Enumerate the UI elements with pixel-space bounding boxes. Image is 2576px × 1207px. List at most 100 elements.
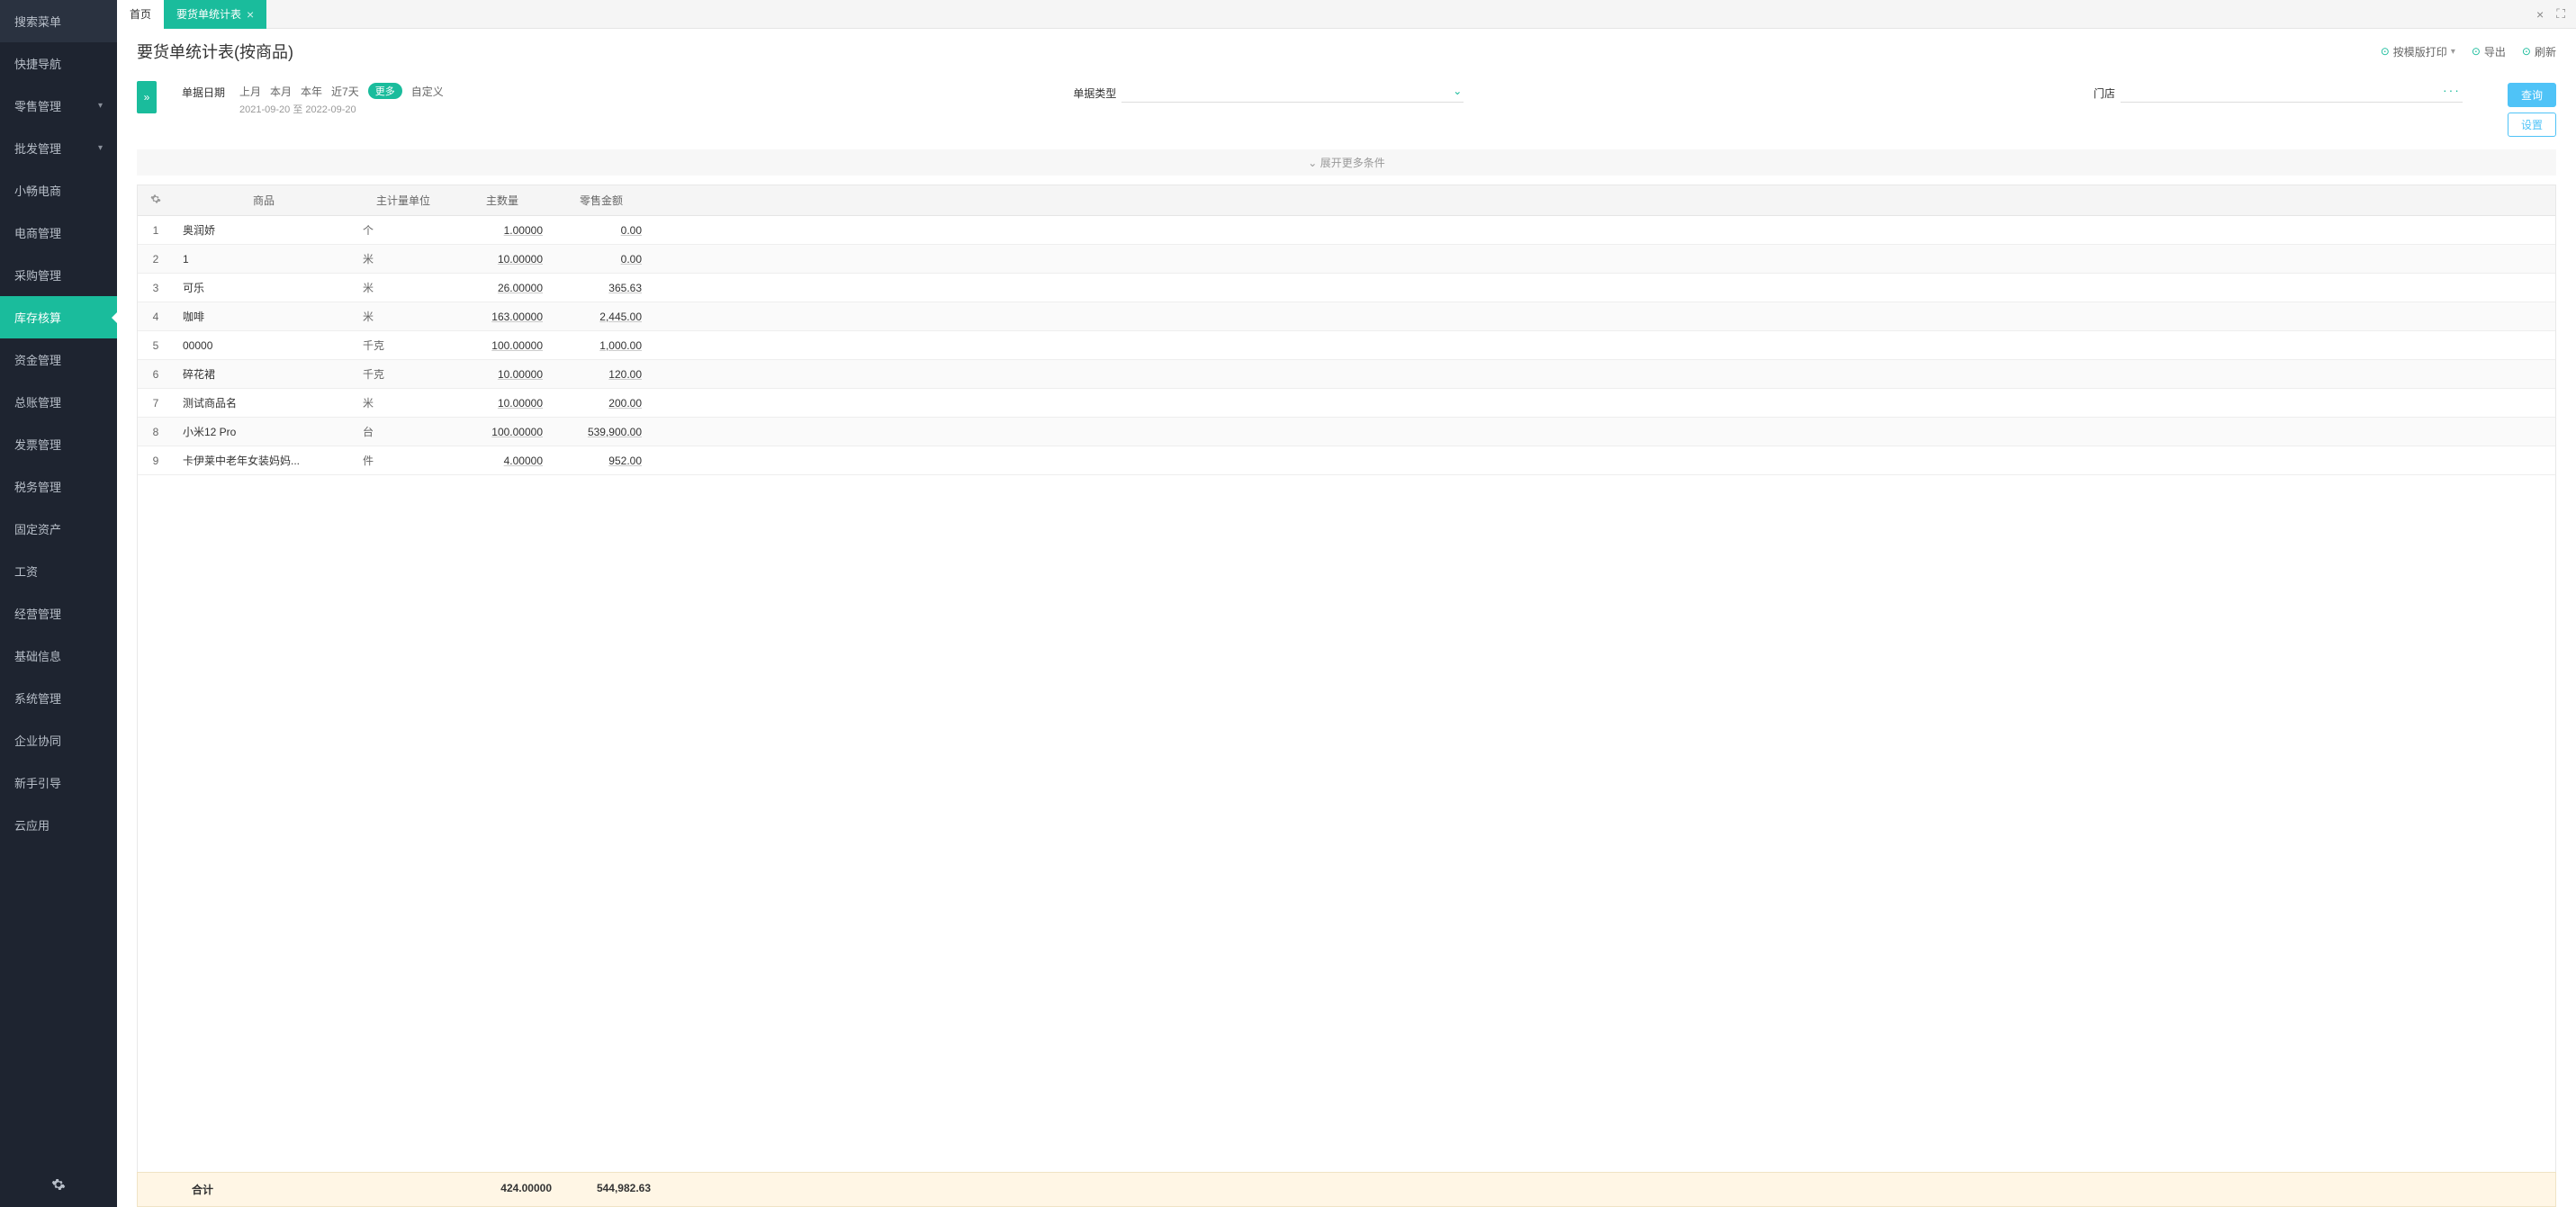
sidebar-settings[interactable] bbox=[0, 1165, 117, 1207]
sidebar-item-3[interactable]: 批发管理▾ bbox=[0, 127, 117, 169]
table-row[interactable]: 8小米12 Pro台100.00000539,900.00 bbox=[138, 418, 2555, 446]
cell-unit: 千克 bbox=[354, 331, 453, 360]
sidebar-item-label: 发票管理 bbox=[14, 436, 61, 453]
cell-product: 1 bbox=[174, 245, 354, 274]
table-row[interactable]: 1奥润娇个1.000000.00 bbox=[138, 216, 2555, 245]
cell-index: 4 bbox=[138, 302, 174, 331]
th-amount[interactable]: 零售金额 bbox=[552, 185, 651, 216]
cell-amount[interactable]: 2,445.00 bbox=[552, 302, 651, 331]
table-row[interactable]: 9卡伊莱中老年女装妈妈...件4.00000952.00 bbox=[138, 446, 2555, 475]
sidebar-item-16[interactable]: 系统管理 bbox=[0, 677, 117, 719]
table-row[interactable]: 21米10.000000.00 bbox=[138, 245, 2555, 274]
quick-this-year[interactable]: 本年 bbox=[301, 84, 322, 99]
sidebar-item-9[interactable]: 总账管理 bbox=[0, 381, 117, 423]
close-icon[interactable]: × bbox=[247, 7, 254, 22]
sidebar-item-1[interactable]: 快捷导航 bbox=[0, 42, 117, 85]
cell-amount[interactable]: 0.00 bbox=[552, 245, 651, 274]
cell-product: 可乐 bbox=[174, 274, 354, 302]
cell-amount[interactable]: 952.00 bbox=[552, 446, 651, 475]
store-select[interactable]: ··· bbox=[2121, 83, 2463, 103]
sidebar-item-10[interactable]: 发票管理 bbox=[0, 423, 117, 465]
sidebar-item-5[interactable]: 电商管理 bbox=[0, 212, 117, 254]
cell-qty[interactable]: 10.00000 bbox=[453, 360, 552, 389]
table-row[interactable]: 6碎花裙千克10.00000120.00 bbox=[138, 360, 2555, 389]
th-qty[interactable]: 主数量 bbox=[453, 185, 552, 216]
cell-spacer bbox=[651, 245, 2555, 274]
sidebar-item-label: 云应用 bbox=[14, 816, 50, 833]
sidebar-item-19[interactable]: 云应用 bbox=[0, 804, 117, 846]
table-row[interactable]: 7测试商品名米10.00000200.00 bbox=[138, 389, 2555, 418]
table-row[interactable]: 3可乐米26.00000365.63 bbox=[138, 274, 2555, 302]
cell-spacer bbox=[651, 418, 2555, 446]
sidebar-item-label: 新手引导 bbox=[14, 774, 61, 791]
sidebar-item-7[interactable]: 库存核算 bbox=[0, 296, 117, 338]
cell-amount[interactable]: 1,000.00 bbox=[552, 331, 651, 360]
table-row[interactable]: 500000千克100.000001,000.00 bbox=[138, 331, 2555, 360]
search-button[interactable]: 查询 bbox=[2508, 83, 2556, 107]
refresh-button[interactable]: ⊙ 刷新 bbox=[2522, 44, 2556, 59]
tab-active[interactable]: 要货单统计表 × bbox=[164, 0, 266, 29]
tab-home[interactable]: 首页 bbox=[117, 0, 164, 29]
tab-fullscreen-icon[interactable]: ⛶ bbox=[2553, 5, 2569, 23]
print-button[interactable]: ⊙ 按模版打印 ▾ bbox=[2381, 44, 2455, 59]
sidebar-item-0[interactable]: 搜索菜单 bbox=[0, 0, 117, 42]
cell-spacer bbox=[651, 216, 2555, 245]
cell-qty[interactable]: 4.00000 bbox=[453, 446, 552, 475]
tab-active-label: 要货单统计表 bbox=[176, 6, 241, 22]
cell-amount[interactable]: 0.00 bbox=[552, 216, 651, 245]
cell-index: 9 bbox=[138, 446, 174, 475]
sidebar-item-4[interactable]: 小畅电商 bbox=[0, 169, 117, 212]
chevron-down-icon: ▾ bbox=[98, 101, 103, 111]
gear-icon bbox=[150, 194, 161, 204]
quick-more[interactable]: 更多 bbox=[368, 83, 402, 99]
date-filter: 单据日期 上月 本月 本年 近7天 更多 自定义 2021-09-20 至 20… bbox=[182, 83, 444, 116]
quick-last7[interactable]: 近7天 bbox=[331, 84, 359, 99]
cell-amount[interactable]: 120.00 bbox=[552, 360, 651, 389]
cell-spacer bbox=[651, 360, 2555, 389]
export-icon: ⊙ bbox=[2472, 45, 2481, 58]
sidebar-item-15[interactable]: 基础信息 bbox=[0, 635, 117, 677]
sidebar-item-18[interactable]: 新手引导 bbox=[0, 761, 117, 804]
quick-custom[interactable]: 自定义 bbox=[411, 84, 444, 99]
sidebar-item-8[interactable]: 资金管理 bbox=[0, 338, 117, 381]
th-unit[interactable]: 主计量单位 bbox=[354, 185, 453, 216]
sidebar-item-label: 批发管理 bbox=[14, 140, 61, 157]
cell-product: 测试商品名 bbox=[174, 389, 354, 418]
export-button[interactable]: ⊙ 导出 bbox=[2472, 44, 2506, 59]
cell-index: 1 bbox=[138, 216, 174, 245]
sidebar-item-17[interactable]: 企业协同 bbox=[0, 719, 117, 761]
sidebar-item-14[interactable]: 经营管理 bbox=[0, 592, 117, 635]
th-spacer bbox=[651, 185, 2555, 216]
total-qty: 424.00000 bbox=[462, 1182, 561, 1197]
sidebar-item-2[interactable]: 零售管理▾ bbox=[0, 85, 117, 127]
cell-product: 小米12 Pro bbox=[174, 418, 354, 446]
quick-last-month[interactable]: 上月 bbox=[239, 84, 261, 99]
cell-qty[interactable]: 10.00000 bbox=[453, 245, 552, 274]
reset-button[interactable]: 设置 bbox=[2508, 113, 2556, 137]
cell-qty[interactable]: 100.00000 bbox=[453, 331, 552, 360]
type-select[interactable]: ⌄ bbox=[1121, 83, 1464, 103]
cell-qty[interactable]: 1.00000 bbox=[453, 216, 552, 245]
cell-amount[interactable]: 365.63 bbox=[552, 274, 651, 302]
quick-this-month[interactable]: 本月 bbox=[270, 84, 292, 99]
cell-qty[interactable]: 26.00000 bbox=[453, 274, 552, 302]
cell-amount[interactable]: 200.00 bbox=[552, 389, 651, 418]
filter-panel: » 单据日期 上月 本月 本年 近7天 更多 自定义 2021-09-20 bbox=[137, 74, 2556, 176]
sidebar-item-label: 快捷导航 bbox=[14, 55, 61, 72]
table-settings-header[interactable] bbox=[138, 185, 174, 216]
cell-qty[interactable]: 100.00000 bbox=[453, 418, 552, 446]
cell-qty[interactable]: 10.00000 bbox=[453, 389, 552, 418]
collapse-filter-handle[interactable]: » bbox=[137, 81, 157, 113]
sidebar-item-11[interactable]: 税务管理 bbox=[0, 465, 117, 508]
sidebar-item-13[interactable]: 工资 bbox=[0, 550, 117, 592]
refresh-label: 刷新 bbox=[2535, 44, 2556, 59]
cell-unit: 个 bbox=[354, 216, 453, 245]
sidebar-item-6[interactable]: 采购管理 bbox=[0, 254, 117, 296]
cell-qty[interactable]: 163.00000 bbox=[453, 302, 552, 331]
cell-amount[interactable]: 539,900.00 bbox=[552, 418, 651, 446]
tab-close-all-icon[interactable]: × bbox=[2533, 5, 2547, 23]
table-row[interactable]: 4咖啡米163.000002,445.00 bbox=[138, 302, 2555, 331]
th-product[interactable]: 商品 bbox=[174, 185, 354, 216]
expand-more-filters[interactable]: ⌄ 展开更多条件 bbox=[137, 149, 2556, 176]
sidebar-item-12[interactable]: 固定资产 bbox=[0, 508, 117, 550]
